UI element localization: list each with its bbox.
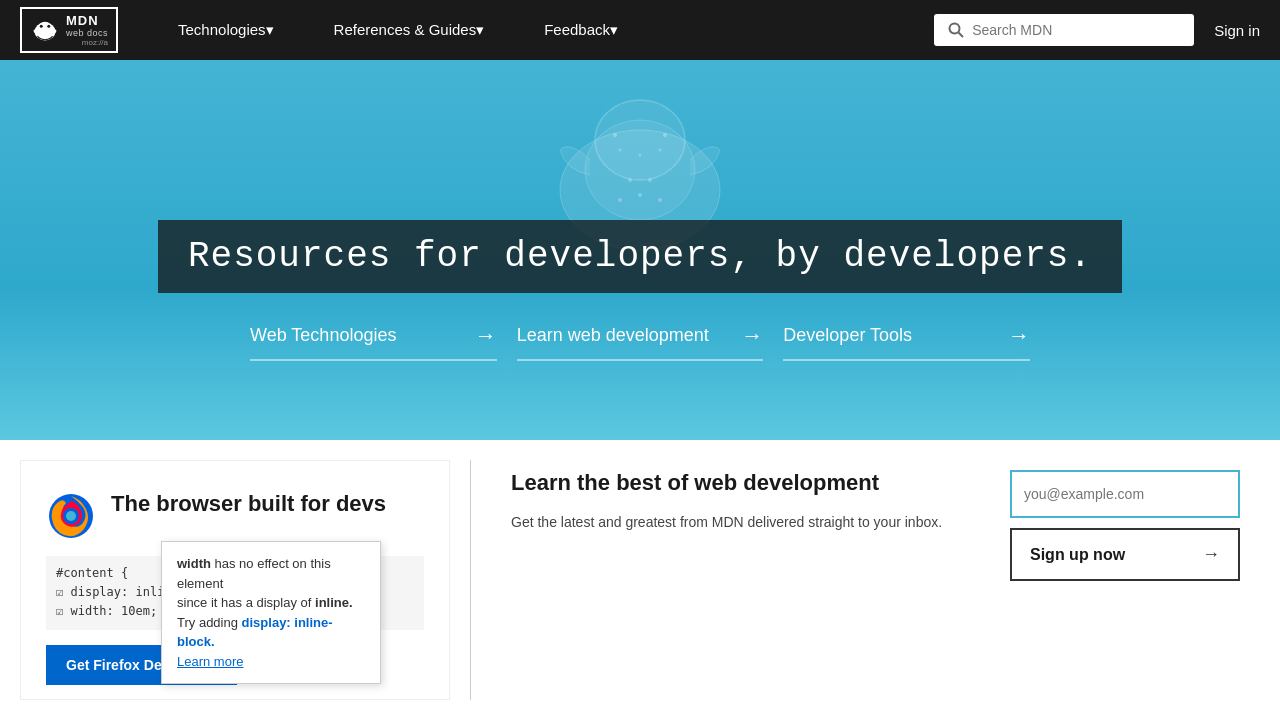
svg-point-11: [619, 149, 622, 152]
svg-point-8: [595, 100, 685, 180]
nav-technologies[interactable]: Technologies▾: [148, 0, 304, 60]
hero-link-web-tech[interactable]: Web Technologies →: [250, 323, 497, 361]
firefox-card: The browser built for devs width has no …: [20, 460, 450, 700]
hero-link-dev-tools[interactable]: Developer Tools →: [783, 323, 1030, 361]
tooltip-learn-more-link[interactable]: Learn more: [177, 654, 243, 669]
firefox-icon: [46, 491, 96, 541]
svg-point-21: [66, 511, 76, 521]
content-section: The browser built for devs width has no …: [0, 440, 1280, 720]
svg-point-15: [648, 178, 652, 182]
newsletter-form: Sign up now →: [1010, 470, 1240, 581]
search-icon: [948, 22, 964, 38]
svg-point-3: [47, 25, 50, 28]
svg-point-4: [950, 24, 960, 34]
logo-text: MDN web docs moz://a: [66, 13, 108, 47]
hero-link-learn[interactable]: Learn web development →: [517, 323, 764, 361]
svg-point-13: [639, 154, 642, 157]
logo[interactable]: MDN web docs moz://a: [20, 7, 118, 53]
tooltip-property: width: [177, 556, 211, 571]
svg-point-16: [638, 193, 642, 197]
newsletter-text: Learn the best of web development Get th…: [511, 470, 980, 533]
firefox-card-title: The browser built for devs: [111, 491, 386, 517]
svg-line-5: [959, 33, 964, 38]
nav-references[interactable]: References & Guides▾: [304, 0, 515, 60]
svg-point-2: [40, 25, 43, 28]
mdn-dino-icon: [30, 15, 60, 45]
signup-button[interactable]: Sign up now →: [1010, 528, 1240, 581]
svg-point-10: [663, 133, 667, 137]
signin-button[interactable]: Sign in: [1214, 22, 1260, 39]
arrow-icon: →: [475, 323, 497, 349]
email-input[interactable]: [1010, 470, 1240, 518]
svg-point-17: [618, 198, 622, 202]
newsletter-section: Learn the best of web development Get th…: [471, 440, 1280, 720]
hero-title: Resources for developers, by developers.: [188, 236, 1092, 277]
search-input[interactable]: [972, 22, 1180, 38]
arrow-icon: →: [1008, 323, 1030, 349]
hero-title-box: Resources for developers, by developers.: [158, 220, 1122, 293]
newsletter-description: Get the latest and greatest from MDN del…: [511, 511, 980, 533]
hero-section: Resources for developers, by developers.…: [0, 60, 1280, 440]
nav-feedback[interactable]: Feedback▾: [514, 0, 648, 60]
search-bar[interactable]: [934, 14, 1194, 46]
svg-point-18: [658, 198, 662, 202]
svg-point-14: [628, 178, 632, 182]
svg-point-12: [659, 149, 662, 152]
navigation: MDN web docs moz://a Technologies▾ Refer…: [0, 0, 1280, 60]
svg-point-1: [38, 22, 53, 36]
signup-arrow-icon: →: [1202, 544, 1220, 565]
css-tooltip: width has no effect on this element sinc…: [161, 541, 381, 684]
newsletter-title: Learn the best of web development: [511, 470, 980, 496]
nav-links: Technologies▾ References & Guides▾ Feedb…: [148, 0, 934, 60]
arrow-icon: →: [741, 323, 763, 349]
hero-quick-links: Web Technologies → Learn web development…: [240, 323, 1040, 361]
svg-point-9: [613, 133, 617, 137]
